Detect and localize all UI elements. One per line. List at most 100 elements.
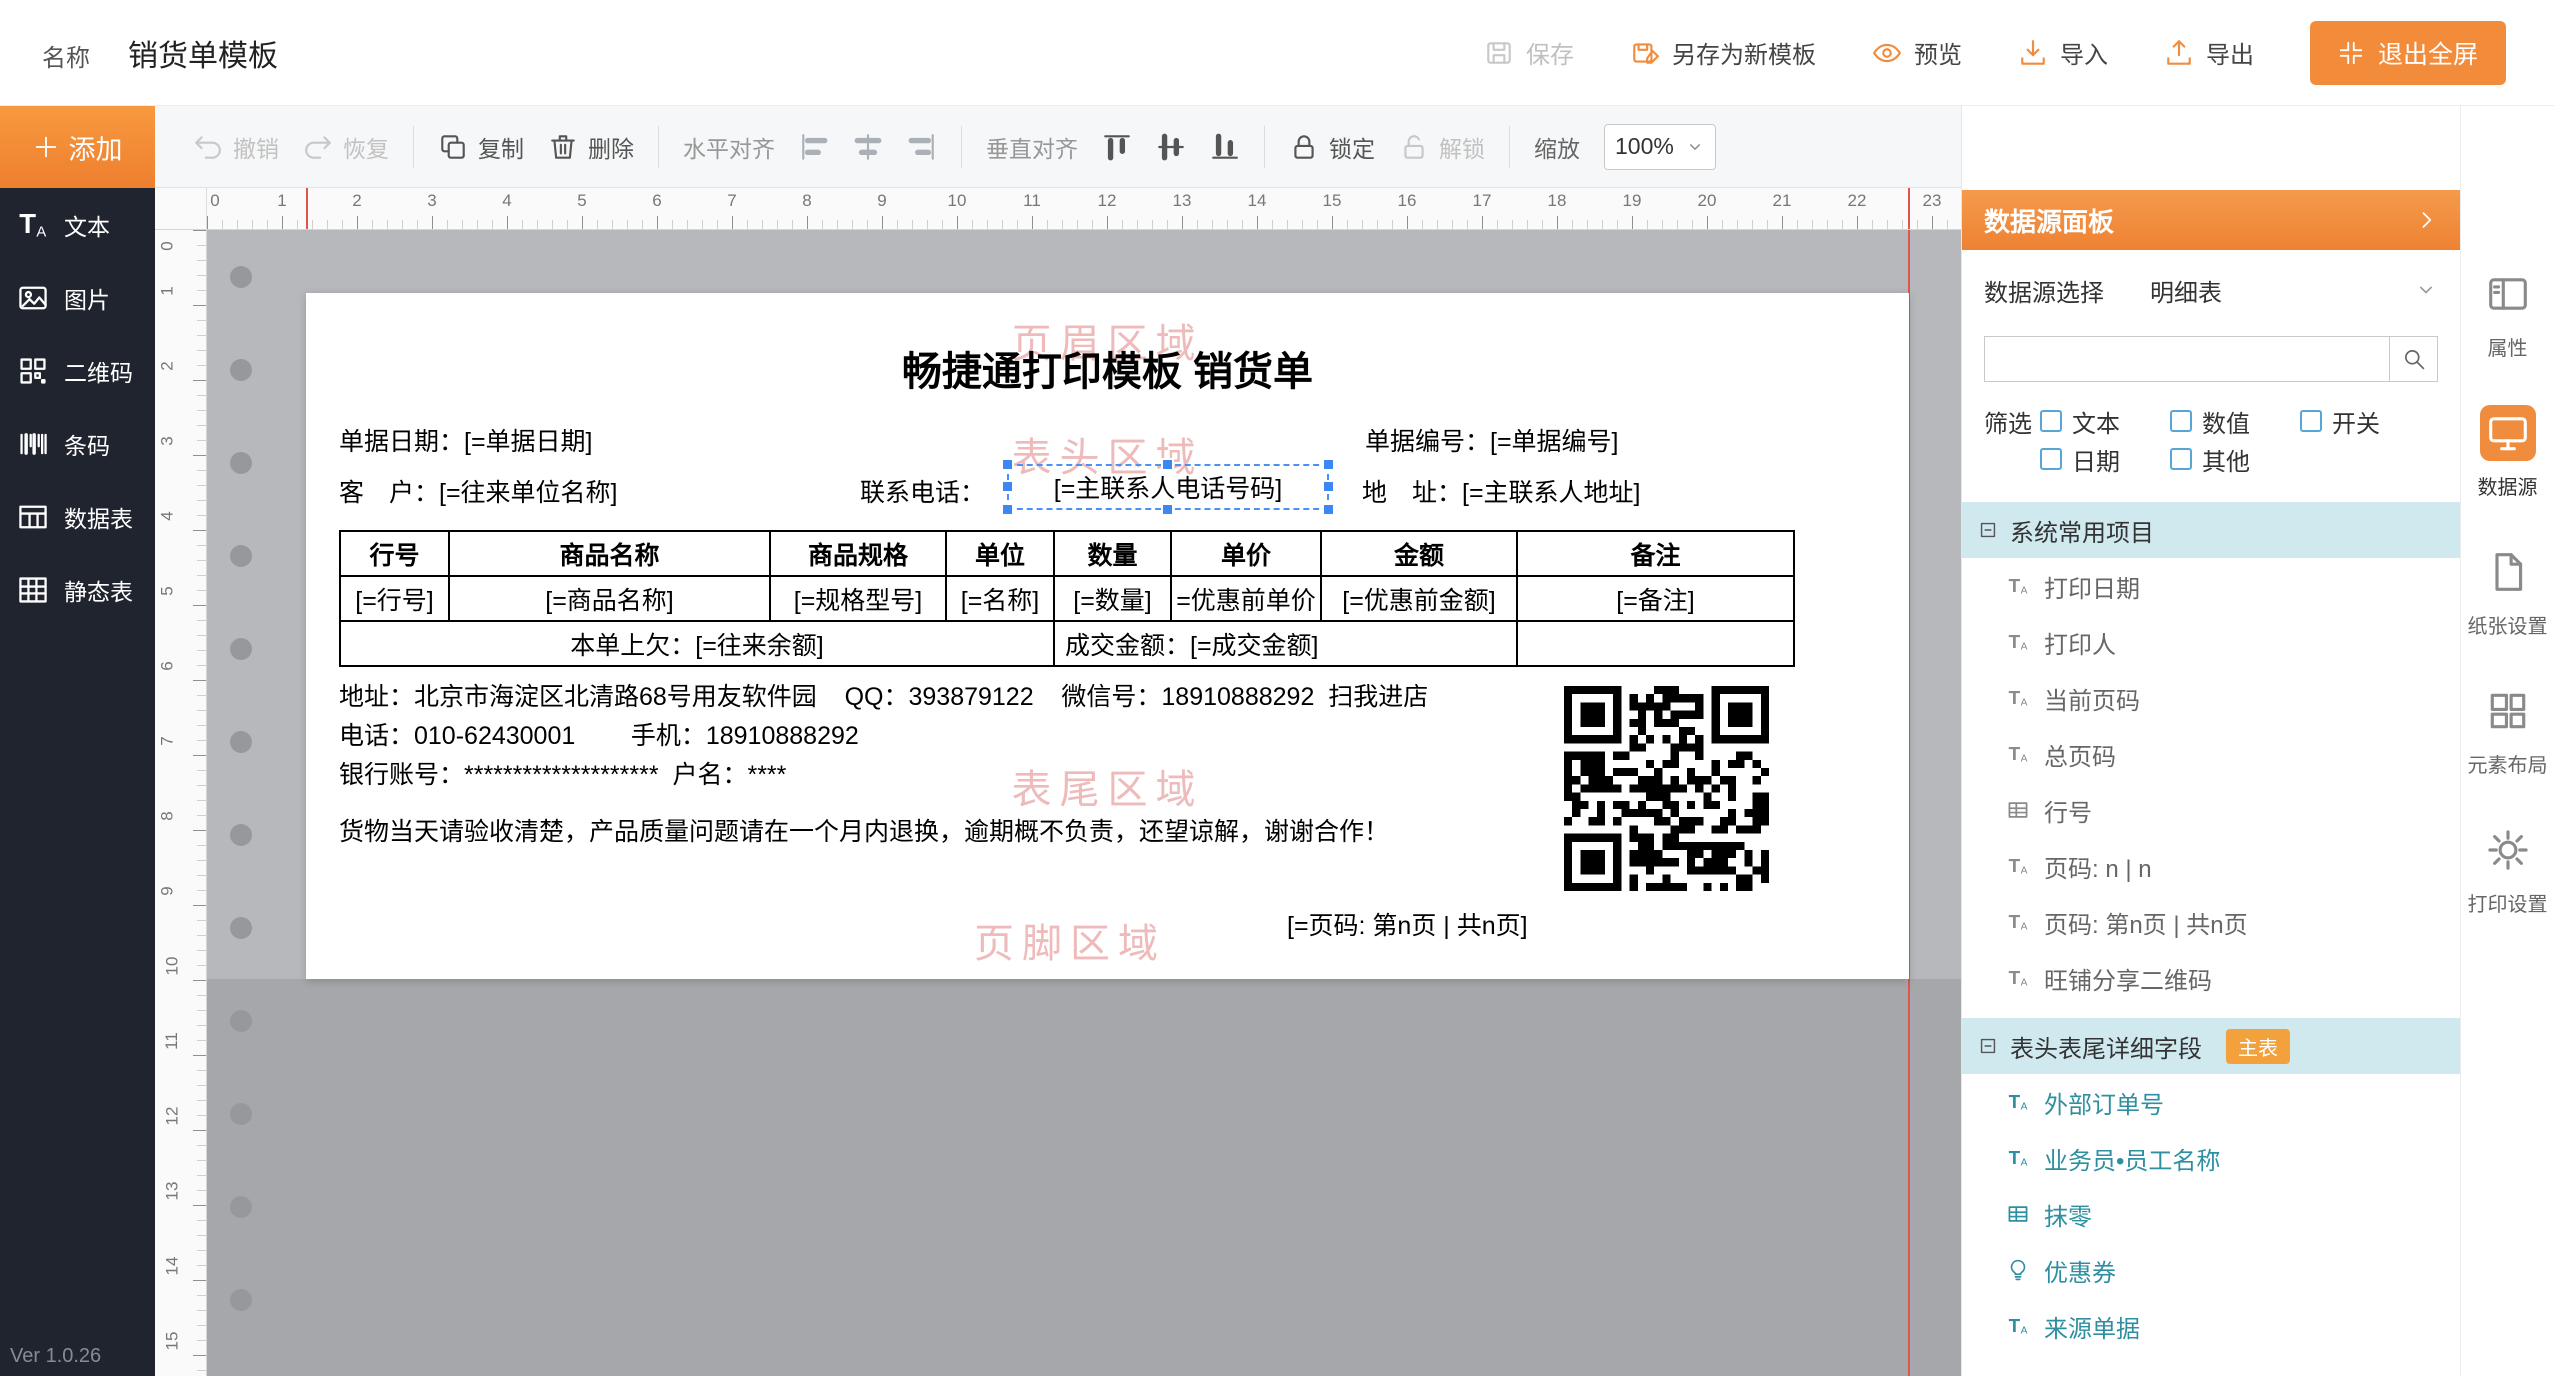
add-button[interactable]: 添加 — [0, 106, 155, 188]
doc-table-total-cell[interactable]: 成交金额：[=成交金额] — [1053, 620, 1518, 667]
doc-table[interactable]: 行号 商品名称 商品规格 单位 数量 单价 金额 备注 [=行号] [=商品名称] [=规格型号][… — [339, 530, 1795, 667]
tree-item[interactable]: T A 旺铺分享二维码 — [1962, 950, 2460, 1006]
save-icon — [1484, 38, 1514, 68]
tree-section-title: 系统常用项目 — [2010, 519, 2154, 547]
zoom-select[interactable]: 100% — [1604, 123, 1716, 170]
copy-button[interactable]: 复制 — [438, 130, 524, 164]
doc-table-header-cell[interactable]: 单价 — [1170, 530, 1322, 577]
doc-table-header-cell[interactable]: 数量 — [1053, 530, 1172, 577]
tree-item[interactable]: 行号 — [1962, 782, 2460, 838]
tree-section-header[interactable]: 表头表尾详细字段 主表 — [1962, 1018, 2460, 1074]
field-doc-date[interactable]: 单据日期：[=单据日期] — [339, 428, 593, 456]
doc-footer-line-notice[interactable]: 货物当天请验收清楚，产品质量问题请在一个月内退换，逾期概不负责，还望谅解，谢谢合… — [339, 812, 1389, 848]
doc-table-cell[interactable]: [=优惠前金额] — [1320, 575, 1518, 622]
sidebar-item-image[interactable]: 图片 — [0, 261, 155, 334]
save-button[interactable]: 保存 — [1484, 35, 1574, 70]
tree-item[interactable]: T A 打印人 — [1962, 614, 2460, 670]
field-customer[interactable]: 客 户：[=往来单位名称] — [339, 479, 618, 507]
filter-checkbox-option[interactable]: 开关 — [2300, 404, 2430, 439]
tree-item[interactable]: T A 外部订单号 — [1962, 1074, 2460, 1130]
doc-footer-line-phone[interactable]: 电话：010-62430001 手机：18910888292 — [339, 716, 859, 752]
doc-table-owed-cell[interactable]: 本单上欠：[=往来余额] — [339, 620, 1055, 667]
field-phone-label[interactable]: 联系电话： — [860, 473, 985, 509]
filter-checkbox-option[interactable]: 其他 — [2170, 442, 2300, 477]
export-button[interactable]: 导出 — [2164, 35, 2254, 70]
doc-footer-line-bank[interactable]: 银行账号：******************** 户名：**** — [339, 755, 786, 791]
search-input[interactable] — [1984, 336, 2390, 382]
sidebar-item-data-table[interactable]: 数据表 — [0, 480, 155, 553]
tree-item[interactable]: T A 页码: n | n — [1962, 838, 2460, 894]
qr-code-image[interactable] — [1564, 686, 1769, 891]
doc-table-cell[interactable]: [=行号] — [339, 575, 450, 622]
tree-item[interactable]: T A 来源单据 — [1962, 1298, 2460, 1354]
resize-handle-n[interactable] — [1161, 458, 1174, 471]
save-as-new-template-button[interactable]: 另存为新模板 — [1630, 35, 1816, 70]
doc-table-cell[interactable]: [=规格型号] — [769, 575, 947, 622]
lock-button[interactable]: 锁定 — [1289, 130, 1375, 164]
datasource-select[interactable]: 明细表 — [2150, 273, 2438, 308]
resize-handle-se[interactable] — [1322, 503, 1335, 516]
exit-fullscreen-button[interactable]: 退出全屏 — [2309, 20, 2506, 85]
align-right-button[interactable] — [907, 132, 937, 162]
doc-table-header-cell[interactable]: 备注 — [1516, 530, 1795, 577]
align-bottom-button[interactable] — [1210, 132, 1240, 162]
doc-table-header-cell[interactable]: 行号 — [339, 530, 450, 577]
align-middle-vertical-button[interactable] — [1156, 132, 1186, 162]
page-number-element[interactable]: [=页码: 第n页 | 共n页] — [1287, 906, 1528, 942]
canvas-dot — [230, 1289, 252, 1311]
preview-button[interactable]: 预览 — [1872, 35, 1962, 70]
tree-item[interactable]: T A 当前页码 — [1962, 670, 2460, 726]
field-doc-number[interactable]: 单据编号：[=单据编号] — [1365, 422, 1619, 458]
align-top-button[interactable] — [1102, 132, 1132, 162]
sidebar-item-static-table[interactable]: 静态表 — [0, 553, 155, 626]
undo-button[interactable]: 撤销 — [193, 130, 279, 164]
doc-table-header-cell[interactable]: 金额 — [1320, 530, 1518, 577]
strip-item-element-layout[interactable]: 元素布局 — [2468, 683, 2548, 778]
strip-item-paper-settings[interactable]: 纸张设置 — [2468, 544, 2548, 639]
resize-handle-s[interactable] — [1161, 503, 1174, 516]
selected-element-phone-value[interactable]: [=主联系人电话号码] — [1001, 458, 1335, 516]
doc-table-cell[interactable]: [=数量] — [1053, 575, 1172, 622]
strip-item-print-settings[interactable]: 打印设置 — [2468, 822, 2548, 917]
tree-item[interactable]: 优惠券 — [1962, 1242, 2460, 1298]
sidebar-item-barcode[interactable]: 条码 — [0, 407, 155, 480]
delete-button[interactable]: 删除 — [548, 130, 634, 164]
strip-item-datasource[interactable]: 数据源 — [2478, 405, 2538, 500]
tree-item[interactable]: T A 页码: 第n页 | 共n页 — [1962, 894, 2460, 950]
doc-table-cell[interactable]: [=商品名称] — [448, 575, 771, 622]
field-address[interactable]: 地 址：[=主联系人地址] — [1362, 473, 1641, 509]
tree-section-header[interactable]: 系统常用项目 — [1962, 502, 2460, 558]
resize-handle-ne[interactable] — [1322, 458, 1335, 471]
tree-item[interactable]: 抹零 — [1962, 1186, 2460, 1242]
tree-item[interactable]: T A 总页码 — [1962, 726, 2460, 782]
sidebar-item-text[interactable]: TA 文本 — [0, 188, 155, 261]
ruler-tick — [193, 830, 206, 831]
resize-handle-nw[interactable] — [1001, 458, 1014, 471]
save-label: 保存 — [1525, 42, 1574, 69]
doc-table-cell[interactable]: =优惠前单价 — [1170, 575, 1322, 622]
align-left-button[interactable] — [799, 132, 829, 162]
doc-table-header-cell[interactable]: 单位 — [945, 530, 1055, 577]
redo-button[interactable]: 恢复 — [303, 130, 389, 164]
doc-title-element[interactable]: 畅捷通打印模板 销货单 — [306, 339, 1909, 397]
filter-checkbox-option[interactable]: 日期 — [2040, 442, 2170, 477]
search-button[interactable] — [2390, 336, 2438, 382]
strip-item-properties[interactable]: 属性 — [2480, 266, 2536, 361]
doc-table-header-cell[interactable]: 商品规格 — [769, 530, 947, 577]
doc-table-header-cell[interactable]: 商品名称 — [448, 530, 771, 577]
resize-handle-sw[interactable] — [1001, 503, 1014, 516]
datasource-panel-header[interactable]: 数据源面板 — [1962, 190, 2460, 250]
filter-checkbox-option[interactable]: 数值 — [2170, 404, 2300, 439]
resize-handle-w[interactable] — [1001, 480, 1014, 493]
tree-item[interactable]: T A 业务员•员工名称 — [1962, 1130, 2460, 1186]
align-center-horizontal-button[interactable] — [853, 132, 883, 162]
unlock-button[interactable]: 解锁 — [1399, 130, 1485, 164]
resize-handle-e[interactable] — [1322, 480, 1335, 493]
doc-table-cell[interactable]: [=名称] — [945, 575, 1055, 622]
import-button[interactable]: 导入 — [2018, 35, 2108, 70]
doc-table-cell[interactable]: [=备注] — [1516, 575, 1795, 622]
doc-footer-line-address[interactable]: 地址：北京市海淀区北清路68号用友软件园 QQ：393879122 微信号：18… — [339, 677, 1428, 713]
filter-checkbox-option[interactable]: 文本 — [2040, 404, 2170, 439]
sidebar-item-qrcode[interactable]: 二维码 — [0, 334, 155, 407]
tree-item[interactable]: T A 打印日期 — [1962, 558, 2460, 614]
